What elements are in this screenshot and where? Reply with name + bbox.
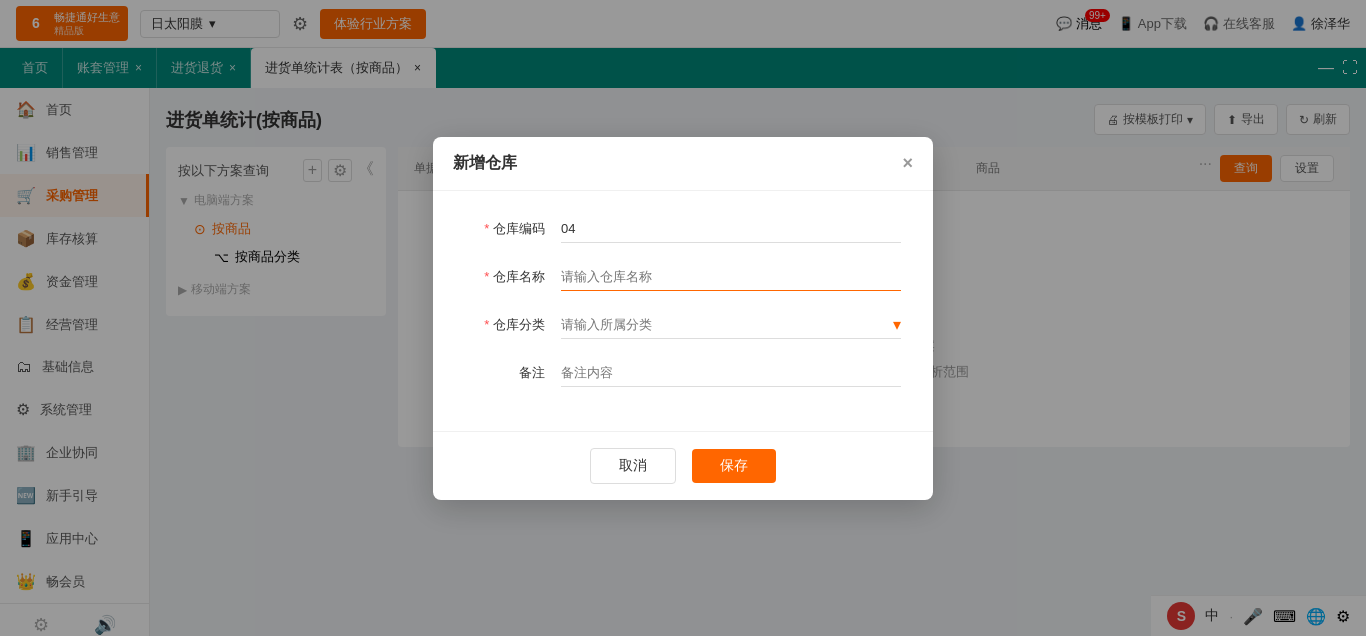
category-dropdown-icon: ▾ (893, 315, 901, 334)
warehouse-name-label: 仓库名称 (465, 268, 545, 286)
warehouse-category-row: 仓库分类 ▾ (465, 311, 901, 339)
modal-body: 仓库编码 仓库名称 仓库分类 ▾ 备注 (433, 191, 933, 431)
warehouse-code-label: 仓库编码 (465, 220, 545, 238)
warehouse-code-input[interactable] (561, 215, 901, 243)
warehouse-code-row: 仓库编码 (465, 215, 901, 243)
warehouse-category-input[interactable] (561, 311, 893, 338)
modal-overlay: 新增仓库 × 仓库编码 仓库名称 仓库分类 ▾ (0, 0, 1366, 636)
warehouse-modal: 新增仓库 × 仓库编码 仓库名称 仓库分类 ▾ (433, 137, 933, 500)
modal-header: 新增仓库 × (433, 137, 933, 191)
modal-footer: 取消 保存 (433, 431, 933, 500)
cancel-button[interactable]: 取消 (590, 448, 676, 484)
modal-close-button[interactable]: × (902, 153, 913, 174)
save-button[interactable]: 保存 (692, 449, 776, 483)
warehouse-name-row: 仓库名称 (465, 263, 901, 291)
warehouse-name-input[interactable] (561, 263, 901, 291)
remark-row: 备注 (465, 359, 901, 387)
warehouse-category-select[interactable]: ▾ (561, 311, 901, 339)
modal-title: 新增仓库 (453, 153, 517, 174)
remark-label: 备注 (465, 364, 545, 382)
warehouse-category-label: 仓库分类 (465, 316, 545, 334)
remark-input[interactable] (561, 359, 901, 387)
